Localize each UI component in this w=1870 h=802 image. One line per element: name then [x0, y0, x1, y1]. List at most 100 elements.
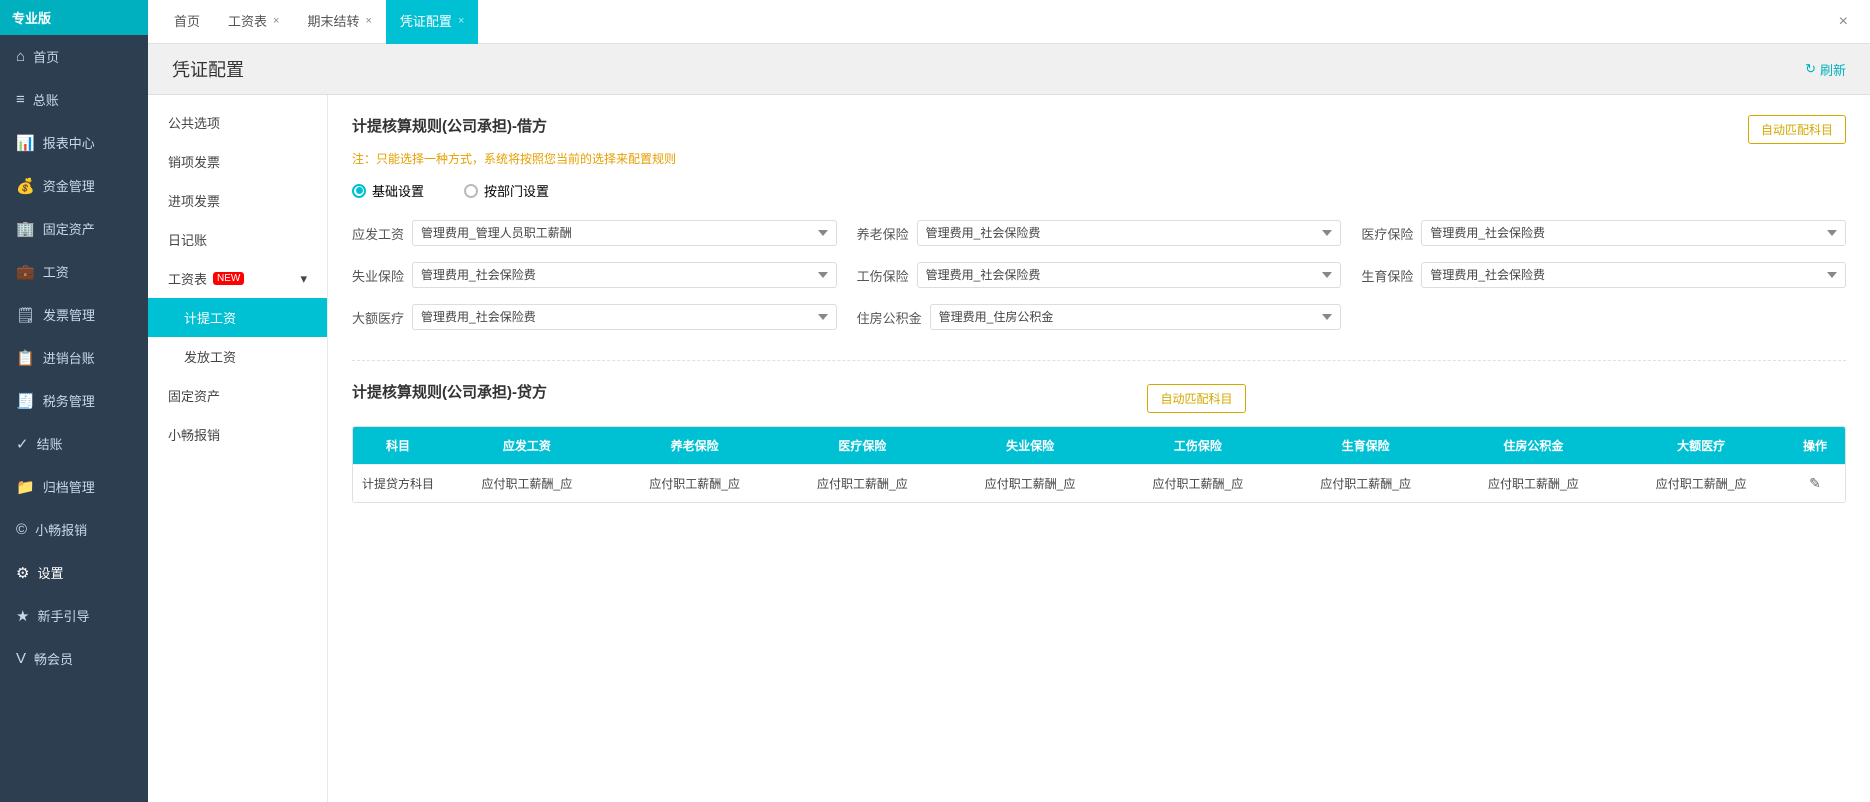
- invoice-icon: 🗒: [16, 306, 35, 324]
- home-icon: ⌂: [16, 48, 25, 65]
- tab-voucher-config[interactable]: 凭证配置 ×: [386, 0, 478, 44]
- left-nav-public-options[interactable]: 公共选项: [148, 103, 327, 142]
- sidebar-item-report-center[interactable]: 📊 报表中心: [0, 121, 148, 164]
- label-yiliao: 医疗保险: [1361, 224, 1413, 243]
- label-zhufang: 住房公积金: [857, 308, 922, 327]
- select-yiliao[interactable]: 管理费用_社会保险费: [1421, 220, 1846, 246]
- tab-home[interactable]: 首页: [160, 0, 214, 44]
- select-daejiyiliao[interactable]: 管理费用_社会保险费: [412, 304, 837, 330]
- sidebar: 专业版 ⌂ 首页 ≡ 总账 📊 报表中心 💰 资金管理 🏢 固定资产 💼 工资 …: [0, 0, 148, 802]
- ledger-icon: ≡: [16, 91, 25, 108]
- sidebar-item-purchase-sales[interactable]: 📋 进销台账: [0, 336, 148, 379]
- left-nav-xiaochang-report[interactable]: 小畅报销: [148, 415, 327, 454]
- left-nav-pay-salary[interactable]: 发放工资: [148, 337, 327, 376]
- tab-period-end-close[interactable]: ×: [365, 15, 371, 27]
- form-field-shengyu: 生育保险 管理费用_社会保险费: [1361, 262, 1846, 288]
- debit-auto-match-button[interactable]: 自动匹配科目: [1748, 115, 1846, 144]
- select-yanglao[interactable]: 管理费用_社会保险费: [917, 220, 1342, 246]
- assets-icon: 🏢: [16, 220, 35, 238]
- left-nav-payroll-sheet[interactable]: 工资表 NEW ▾: [148, 259, 327, 298]
- credit-section-title: 计提核算规则(公司承担)-贷方: [352, 381, 547, 402]
- sidebar-item-fixed-assets[interactable]: 🏢 固定资产: [0, 207, 148, 250]
- th-yiliao: 医疗保险: [779, 427, 947, 464]
- sidebar-item-general-ledger[interactable]: ≡ 总账: [0, 78, 148, 121]
- th-yanglao: 养老保险: [611, 427, 779, 464]
- th-shengyu: 生育保险: [1282, 427, 1450, 464]
- select-zhufang[interactable]: 管理费用_住房公积金: [930, 304, 1342, 330]
- td-yanglao: 应付职工薪酬_应: [611, 465, 779, 502]
- window-close-button[interactable]: ×: [1829, 0, 1858, 44]
- sidebar-item-member[interactable]: V 畅会员: [0, 637, 148, 680]
- radio-basic[interactable]: 基础设置: [352, 181, 424, 200]
- form-field-yingfa: 应发工资 管理费用_管理人员职工薪酬: [352, 220, 837, 246]
- page-title: 凭证配置: [172, 56, 244, 82]
- tab-period-end[interactable]: 期末结转 ×: [293, 0, 385, 44]
- select-gongshang[interactable]: 管理费用_社会保险费: [917, 262, 1342, 288]
- sidebar-brand: 专业版: [0, 0, 148, 35]
- th-zhufang: 住房公积金: [1450, 427, 1618, 464]
- radio-department[interactable]: 按部门设置: [464, 181, 549, 200]
- fund-icon: 💰: [16, 177, 35, 195]
- sidebar-item-invoice[interactable]: 🗒 发票管理: [0, 293, 148, 336]
- sidebar-item-fund-management[interactable]: 💰 资金管理: [0, 164, 148, 207]
- th-gongshang: 工伤保险: [1114, 427, 1282, 464]
- label-daejiyiliao: 大额医疗: [352, 308, 404, 327]
- label-gongshang: 工伤保险: [857, 266, 909, 285]
- td-yiliao: 应付职工薪酬_应: [779, 465, 947, 502]
- debit-section: 自动匹配科目 计提核算规则(公司承担)-借方 注：只能选择一种方式，系统将按照您…: [352, 115, 1846, 330]
- credit-section: 计提核算规则(公司承担)-贷方 自动匹配科目 科目 应发工资 养老保险 医疗保险…: [352, 381, 1846, 503]
- th-yingfa: 应发工资: [443, 427, 611, 464]
- purchase-icon: 📋: [16, 349, 35, 367]
- sidebar-item-home[interactable]: ⌂ 首页: [0, 35, 148, 78]
- label-yanglao: 养老保险: [857, 224, 909, 243]
- th-daejiyiliao: 大额医疗: [1617, 427, 1785, 464]
- sidebar-item-settlement[interactable]: ✓ 结账: [0, 422, 148, 465]
- credit-table: 科目 应发工资 养老保险 医疗保险 失业保险 工伤保险 生育保险 住房公积金 大…: [352, 426, 1846, 503]
- select-shengyu[interactable]: 管理费用_社会保险费: [1421, 262, 1846, 288]
- form-field-shiye: 失业保险 管理费用_社会保险费: [352, 262, 837, 288]
- new-badge: NEW: [213, 272, 244, 285]
- td-shiye: 应付职工薪酬_应: [946, 465, 1114, 502]
- left-nav-sales-invoice[interactable]: 销项发票: [148, 142, 327, 181]
- sidebar-item-guide[interactable]: ★ 新手引导: [0, 594, 148, 637]
- left-nav-purchase-invoice[interactable]: 进项发票: [148, 181, 327, 220]
- form-field-yanglao: 养老保险 管理费用_社会保险费: [857, 220, 1342, 246]
- th-action: 操作: [1785, 427, 1845, 464]
- sidebar-item-salary[interactable]: 💼 工资: [0, 250, 148, 293]
- credit-header: 计提核算规则(公司承担)-贷方 自动匹配科目: [352, 381, 1846, 416]
- td-action-edit[interactable]: ✎: [1785, 465, 1845, 502]
- sidebar-item-settings[interactable]: ⚙ 设置: [0, 551, 148, 594]
- left-nav-fixed-assets[interactable]: 固定资产: [148, 376, 327, 415]
- sidebar-item-archive[interactable]: 📁 归档管理: [0, 465, 148, 508]
- td-yingfa: 应付职工薪酬_应: [443, 465, 611, 502]
- section-divider: [352, 360, 1846, 361]
- th-subject: 科目: [353, 427, 443, 464]
- sidebar-item-xiaochang[interactable]: © 小畅报销: [0, 508, 148, 551]
- left-nav-journal[interactable]: 日记账: [148, 220, 327, 259]
- form-field-gongshang: 工伤保险 管理费用_社会保险费: [857, 262, 1342, 288]
- tab-voucher-config-close[interactable]: ×: [458, 15, 464, 27]
- sidebar-item-tax[interactable]: 🧾 税务管理: [0, 379, 148, 422]
- debit-section-title: 计提核算规则(公司承担)-借方: [352, 115, 1846, 136]
- form-field-zhufang: 住房公积金 管理费用_住房公积金: [857, 304, 1342, 330]
- settlement-icon: ✓: [16, 435, 29, 453]
- td-zhufang: 应付职工薪酬_应: [1450, 465, 1618, 502]
- archive-icon: 📁: [16, 478, 35, 496]
- tab-payroll[interactable]: 工资表 ×: [214, 0, 293, 44]
- main-area: 首页 工资表 × 期末结转 × 凭证配置 × × 凭证配置 ↻ 刷新 公共选项: [148, 0, 1870, 802]
- td-daejiyiliao: 应付职工薪酬_应: [1617, 465, 1785, 502]
- left-nav-accrual-salary[interactable]: 计提工资: [148, 298, 327, 337]
- select-yingfa[interactable]: 管理费用_管理人员职工薪酬: [412, 220, 837, 246]
- form-field-yiliao: 医疗保险 管理费用_社会保险费: [1361, 220, 1846, 246]
- label-yingfa: 应发工资: [352, 224, 404, 243]
- tab-payroll-close[interactable]: ×: [273, 15, 279, 27]
- debit-form-row-3: 大额医疗 管理费用_社会保险费 住房公积金 管理费用_住房公积金: [352, 304, 1846, 330]
- member-icon: V: [16, 650, 26, 667]
- page-header: 凭证配置 ↻ 刷新: [148, 44, 1870, 95]
- credit-auto-match-button[interactable]: 自动匹配科目: [1147, 384, 1245, 413]
- td-shengyu: 应付职工薪酬_应: [1282, 465, 1450, 502]
- refresh-button[interactable]: ↻ 刷新: [1805, 60, 1846, 79]
- radio-department-circle: [464, 184, 478, 198]
- select-shiye[interactable]: 管理费用_社会保险费: [412, 262, 837, 288]
- form-field-daejiyiliao: 大额医疗 管理费用_社会保险费: [352, 304, 837, 330]
